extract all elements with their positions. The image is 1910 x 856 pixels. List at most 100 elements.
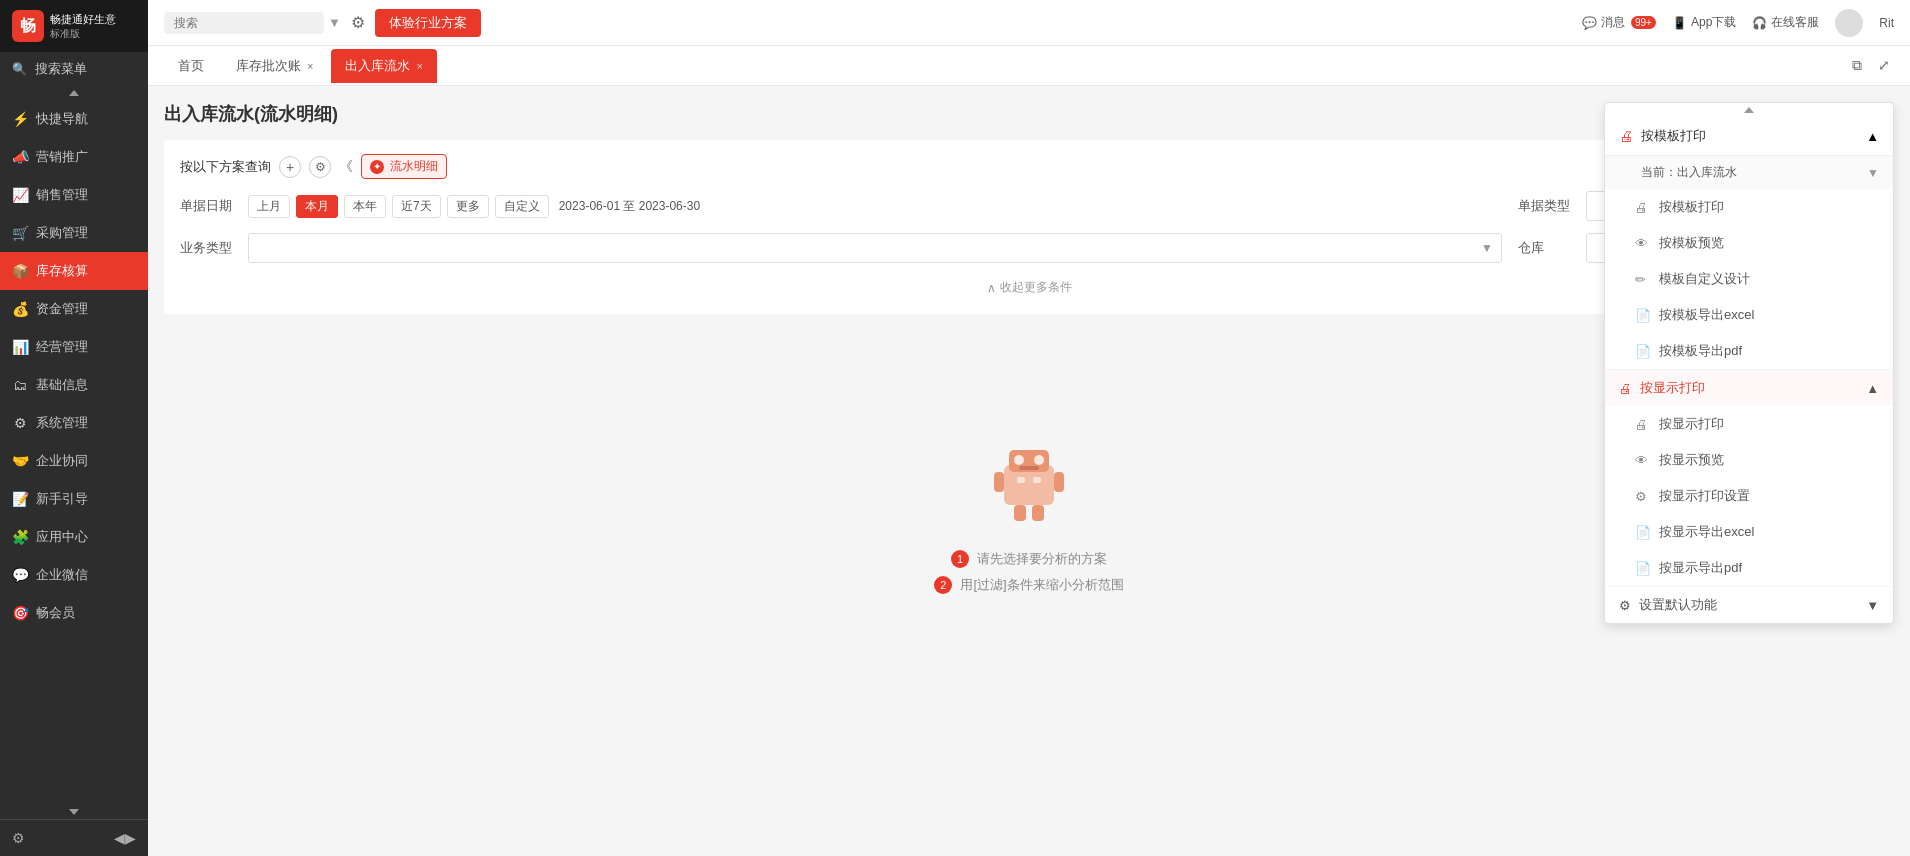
guide-icon: 📝	[12, 491, 28, 507]
dropdown-item-display-settings[interactable]: ⚙ 按显示打印设置	[1605, 478, 1893, 514]
default-settings-icon: ⚙	[1619, 598, 1631, 613]
filter-collapse-left-btn[interactable]: 《	[339, 158, 353, 176]
sidebar-item-label: 销售管理	[36, 186, 136, 204]
user-avatar[interactable]	[1835, 9, 1863, 37]
sidebar-collapse-icon[interactable]: ◀▶	[114, 830, 136, 846]
sidebar-item-purchase[interactable]: 🛒 采购管理	[0, 214, 148, 252]
sidebar-item-label: 应用中心	[36, 528, 136, 546]
topbar-search-box[interactable]	[164, 12, 324, 34]
svg-rect-9	[1017, 477, 1025, 483]
tab-maximize-icon[interactable]: ⤢	[1874, 53, 1894, 78]
search-dropdown-icon[interactable]: ▼	[328, 15, 341, 30]
svg-point-2	[1014, 455, 1024, 465]
sidebar-item-sales[interactable]: 📈 销售管理	[0, 176, 148, 214]
sidebar-item-base[interactable]: 🗂 基础信息	[0, 366, 148, 404]
dropdown-item-template-print[interactable]: 🖨 按模板打印	[1605, 189, 1893, 225]
dropdown-current[interactable]: 当前：出入库流水 ▼	[1605, 156, 1893, 189]
sidebar-scroll-down[interactable]	[0, 805, 148, 819]
inventory-icon: 📦	[12, 263, 28, 279]
filter-tag-label: 流水明细	[390, 158, 438, 175]
sidebar-item-operations[interactable]: 📊 经营管理	[0, 328, 148, 366]
dropdown-item-display-preview[interactable]: 👁 按显示预览	[1605, 442, 1893, 478]
sidebar-search-item[interactable]: 🔍 搜索菜单	[0, 52, 148, 86]
tab-flow[interactable]: 出入库流水 ×	[331, 49, 436, 83]
sidebar-item-quick-nav[interactable]: ⚡ 快捷导航	[0, 100, 148, 138]
collapse-more-btn[interactable]: ∧ 收起更多条件	[987, 279, 1072, 296]
dropdown-section2-header[interactable]: 🖨 按显示打印 ▲	[1605, 370, 1893, 406]
search-input[interactable]	[174, 16, 314, 30]
sidebar-item-label: 企业协同	[36, 452, 136, 470]
filter-section-label: 按以下方案查询	[180, 158, 271, 176]
dropdown-item-template-pdf[interactable]: 📄 按模板导出pdf	[1605, 333, 1893, 369]
filter-add-btn[interactable]: +	[279, 156, 301, 178]
biz-type-select[interactable]: ▼	[248, 233, 1502, 263]
sidebar-item-guide[interactable]: 📝 新手引导	[0, 480, 148, 518]
tab-flow-close[interactable]: ×	[416, 60, 422, 72]
sidebar-item-member[interactable]: 🎯 畅会员	[0, 594, 148, 632]
tab-home-label: 首页	[178, 57, 204, 75]
dropdown-item-display-excel[interactable]: 📄 按显示导出excel	[1605, 514, 1893, 550]
tab-batch-account-label: 库存批次账	[236, 57, 301, 75]
sidebar-item-system[interactable]: ⚙ 系统管理	[0, 404, 148, 442]
dropdown-current-arrow: ▼	[1867, 166, 1879, 180]
tab-flow-label: 出入库流水	[345, 57, 410, 75]
app-download-icon: 📱	[1672, 16, 1687, 30]
svg-rect-10	[1033, 477, 1041, 483]
dropdown-item-display-print[interactable]: 🖨 按显示打印	[1605, 406, 1893, 442]
tab-home[interactable]: 首页	[164, 49, 218, 83]
dropdown-footer[interactable]: ⚙ 设置默认功能 ▼	[1605, 587, 1893, 623]
filter-tag[interactable]: ✦ 流水明细	[361, 154, 447, 179]
app-download-action[interactable]: 📱 App下载	[1672, 14, 1736, 31]
sidebar-item-apps[interactable]: 🧩 应用中心	[0, 518, 148, 556]
date-btn-this-month[interactable]: 本月	[296, 195, 338, 218]
svg-rect-7	[1014, 505, 1026, 521]
dropdown-item-template-custom[interactable]: ✏ 模板自定义设计	[1605, 261, 1893, 297]
sidebar-item-finance[interactable]: 💰 资金管理	[0, 290, 148, 328]
display-pdf-icon: 📄	[1635, 561, 1651, 576]
member-icon: 🎯	[12, 605, 28, 621]
sidebar-item-inventory[interactable]: 📦 库存核算	[0, 252, 148, 290]
sidebar-item-label: 基础信息	[36, 376, 136, 394]
template-pdf-icon: 📄	[1635, 344, 1651, 359]
system-icon: ⚙	[12, 415, 28, 431]
display-print-section-icon: 🖨	[1619, 381, 1632, 396]
dropdown-header[interactable]: 🖨 按模板打印 ▲	[1605, 117, 1893, 156]
sidebar-scroll-up[interactable]	[0, 86, 148, 100]
message-action[interactable]: 💬 消息 99+	[1582, 14, 1656, 31]
dropdown-item-display-pdf[interactable]: 📄 按显示导出pdf	[1605, 550, 1893, 586]
display-excel-icon: 📄	[1635, 525, 1651, 540]
industry-btn[interactable]: 体验行业方案	[375, 9, 481, 37]
display-excel-label: 按显示导出excel	[1659, 523, 1754, 541]
topbar-gear-icon[interactable]: ⚙	[351, 13, 365, 32]
sidebar-settings-icon[interactable]: ⚙	[12, 830, 25, 846]
tab-batch-account[interactable]: 库存批次账 ×	[222, 49, 327, 83]
date-btn-custom[interactable]: 自定义	[495, 195, 549, 218]
sidebar-item-wechat[interactable]: 💬 企业微信	[0, 556, 148, 594]
sidebar-item-enterprise[interactable]: 🤝 企业协同	[0, 442, 148, 480]
dropdown-header-label: 按模板打印	[1641, 127, 1706, 145]
tab-restore-icon[interactable]: ⧉	[1848, 53, 1866, 78]
dropdown-scroll-up[interactable]	[1605, 103, 1893, 117]
sidebar-item-label: 企业微信	[36, 566, 136, 584]
online-service-action[interactable]: 🎧 在线客服	[1752, 14, 1819, 31]
date-btn-this-year[interactable]: 本年	[344, 195, 386, 218]
date-btn-7days[interactable]: 近7天	[392, 195, 441, 218]
date-btn-more[interactable]: 更多	[447, 195, 489, 218]
sidebar-item-label: 资金管理	[36, 300, 136, 318]
sidebar-item-marketing[interactable]: 📣 营销推广	[0, 138, 148, 176]
dropdown-item-template-preview[interactable]: 👁 按模板预览	[1605, 225, 1893, 261]
main-content: ▼ ⚙ 体验行业方案 💬 消息 99+ 📱 App下载 🎧 在线客服 Rit 首…	[148, 0, 1910, 856]
empty-step-1: 1 请先选择要分析的方案	[951, 550, 1107, 568]
date-btn-last-month[interactable]: 上月	[248, 195, 290, 218]
tabs-window-controls: ⧉ ⤢	[1848, 53, 1894, 78]
display-settings-label: 按显示打印设置	[1659, 487, 1750, 505]
section2-arrow: ▲	[1866, 381, 1879, 396]
marketing-icon: 📣	[12, 149, 28, 165]
sidebar: 畅 畅捷通好生意 标准版 🔍 搜索菜单 ⚡ 快捷导航 📣 营销推广 📈 销售管理…	[0, 0, 148, 856]
step-2-num: 2	[934, 576, 952, 594]
svg-rect-4	[1019, 466, 1039, 470]
tab-batch-account-close[interactable]: ×	[307, 60, 313, 72]
filter-settings-btn[interactable]: ⚙	[309, 156, 331, 178]
svg-rect-5	[994, 472, 1004, 492]
dropdown-item-template-excel[interactable]: 📄 按模板导出excel	[1605, 297, 1893, 333]
